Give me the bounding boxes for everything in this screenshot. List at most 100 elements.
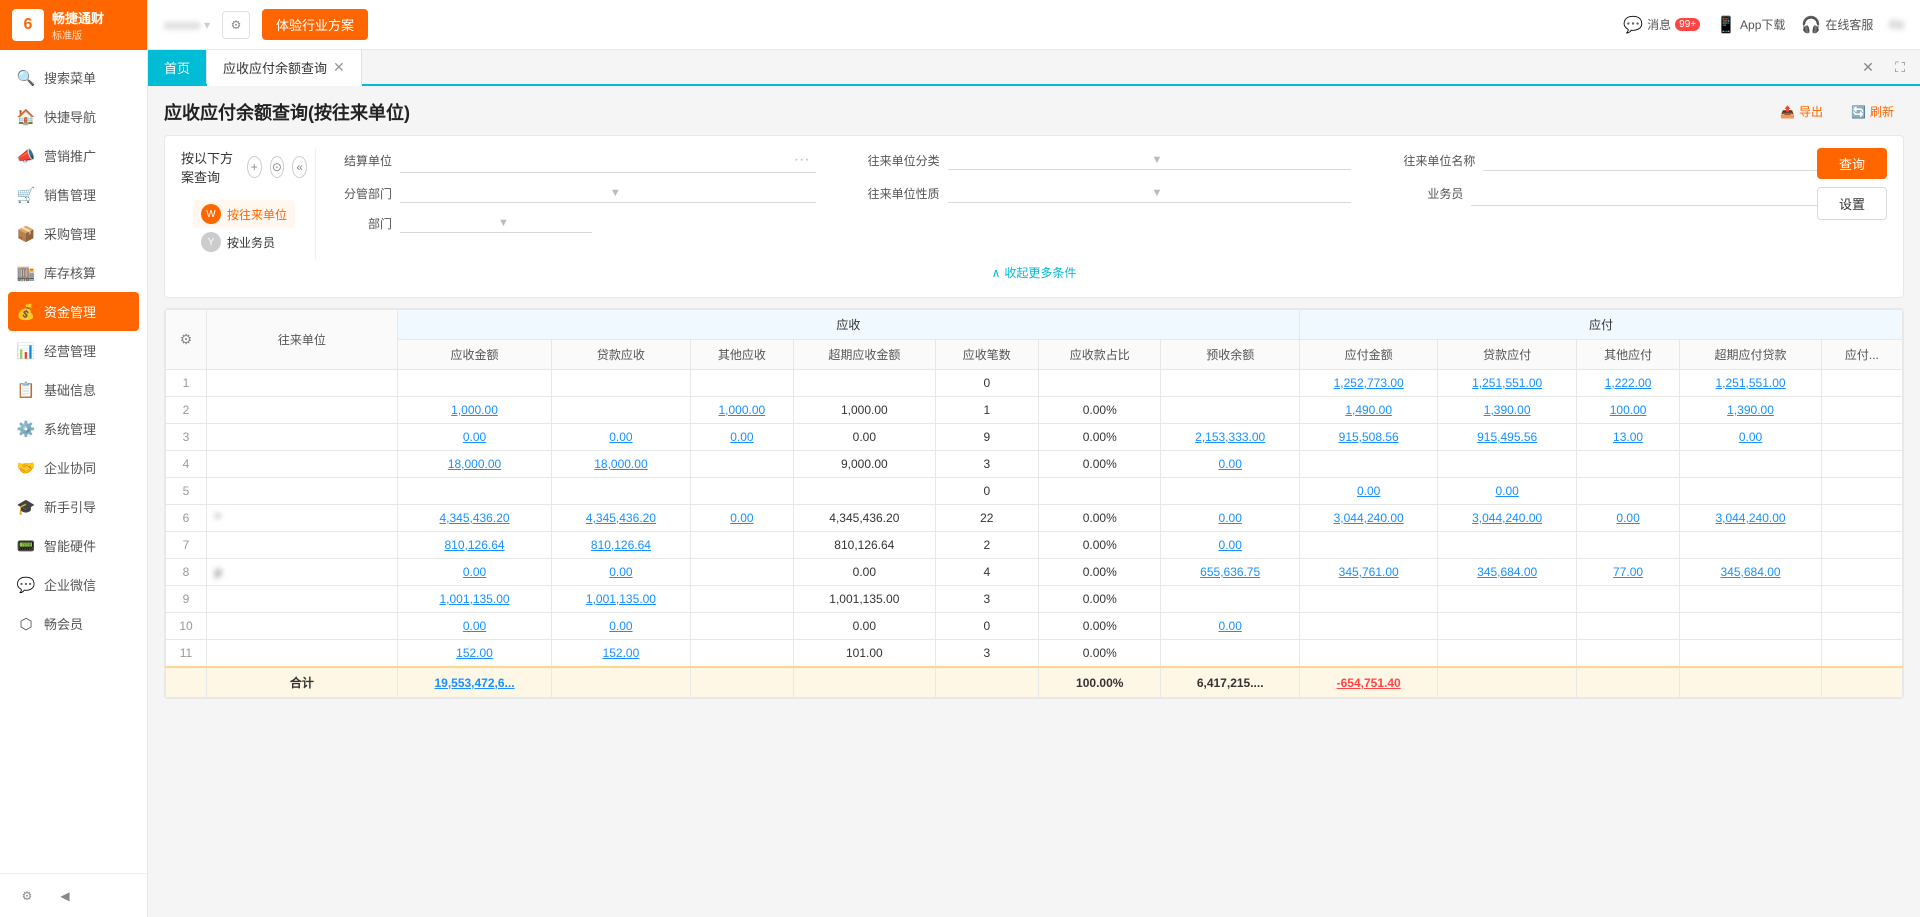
dept-select[interactable]: ▼ — [400, 214, 592, 233]
sidebar-item-newbie[interactable]: 🎓 新手引导 — [0, 487, 147, 526]
table-cell[interactable] — [1161, 370, 1299, 397]
table-cell[interactable]: 18,000.00 — [397, 451, 551, 478]
tab-close-icon[interactable]: ✕ — [333, 59, 345, 76]
table-cell[interactable]: 0.00 — [1161, 613, 1299, 640]
online-service-button[interactable]: 🎧 在线客服 — [1801, 15, 1873, 35]
table-settings-button[interactable]: ⚙ — [174, 328, 198, 352]
table-cell[interactable]: 152.00 — [552, 640, 690, 668]
table-cell[interactable]: 1,490.00 — [1299, 397, 1437, 424]
table-cell[interactable]: 1,001,135.00 — [552, 586, 690, 613]
partner-type-select[interactable]: ▼ — [948, 184, 1352, 203]
tab-ar-ap[interactable]: 应收应付余额查询 ✕ — [207, 50, 362, 86]
table-cell[interactable]: 0.00 — [690, 424, 793, 451]
table-cell[interactable]: 345,684.00 — [1680, 559, 1822, 586]
table-cell[interactable] — [1576, 613, 1679, 640]
total-ap-amount-cell[interactable]: -654,751.40 — [1299, 667, 1437, 698]
table-cell[interactable]: 1,390.00 — [1438, 397, 1576, 424]
table-cell[interactable] — [552, 478, 690, 505]
sidebar-item-sales[interactable]: 🛒 销售管理 — [0, 175, 147, 214]
table-cell[interactable] — [1576, 640, 1679, 668]
cta-button[interactable]: 体验行业方案 — [262, 9, 368, 40]
table-cell[interactable]: 1,000.00 — [690, 397, 793, 424]
dept-mgr-select[interactable]: ▼ — [400, 184, 816, 203]
collapse-more-button[interactable]: ∧ 收起更多条件 — [181, 260, 1887, 285]
sidebar-item-operation[interactable]: 📊 经营管理 — [0, 331, 147, 370]
table-cell[interactable]: 152.00 — [397, 640, 551, 668]
sidebar-item-search-menu[interactable]: 🔍 搜索菜单 — [0, 58, 147, 97]
table-cell[interactable] — [690, 532, 793, 559]
table-cell[interactable] — [1438, 640, 1576, 668]
table-cell[interactable] — [1680, 451, 1822, 478]
table-cell[interactable] — [690, 451, 793, 478]
table-cell[interactable]: 13.00 — [1576, 424, 1679, 451]
table-cell[interactable]: 345,684.00 — [1438, 559, 1576, 586]
total-ar-amount-cell[interactable]: 19,553,472,6... — [397, 667, 551, 698]
table-cell[interactable]: 0.00 — [690, 505, 793, 532]
table-cell[interactable] — [1299, 640, 1437, 668]
table-cell[interactable] — [552, 370, 690, 397]
table-cell[interactable]: 0.00 — [552, 424, 690, 451]
table-cell[interactable] — [1161, 478, 1299, 505]
table-cell[interactable] — [1576, 478, 1679, 505]
sidebar-item-quick-nav[interactable]: 🏠 快捷导航 — [0, 97, 147, 136]
table-cell[interactable] — [1161, 397, 1299, 424]
partner-category-select[interactable]: ▼ — [948, 151, 1352, 170]
table-cell[interactable] — [690, 640, 793, 668]
table-cell[interactable] — [690, 370, 793, 397]
table-cell[interactable]: 0.00 — [1680, 424, 1822, 451]
table-cell[interactable]: 1,222.00 — [1576, 370, 1679, 397]
table-cell[interactable] — [1438, 613, 1576, 640]
sidebar-item-corp-coop[interactable]: 🤝 企业协同 — [0, 448, 147, 487]
user-name[interactable]: Rit — [1889, 18, 1904, 32]
table-cell[interactable] — [1299, 532, 1437, 559]
tab-maximize-button[interactable]: ⛶ — [1888, 55, 1912, 79]
table-cell[interactable]: 3,044,240.00 — [1299, 505, 1437, 532]
sidebar-item-finance[interactable]: 💰 资金管理 — [8, 292, 139, 331]
sidebar-item-vip[interactable]: ⬡ 畅会员 — [0, 604, 147, 643]
table-cell[interactable]: 345,761.00 — [1299, 559, 1437, 586]
table-cell[interactable]: 0.00 — [397, 613, 551, 640]
table-cell[interactable] — [690, 478, 793, 505]
table-cell[interactable] — [690, 559, 793, 586]
collapse-scheme-button[interactable]: « — [292, 156, 307, 178]
table-cell[interactable]: 100.00 — [1576, 397, 1679, 424]
table-cell[interactable]: 0.00 — [397, 424, 551, 451]
sidebar-item-inventory[interactable]: 🏬 库存核算 — [0, 253, 147, 292]
table-cell[interactable] — [1299, 586, 1437, 613]
table-cell[interactable] — [690, 586, 793, 613]
message-button[interactable]: 💬 消息 99+ — [1623, 15, 1700, 35]
table-cell[interactable] — [1161, 640, 1299, 668]
add-scheme-button[interactable]: + — [247, 156, 262, 178]
table-cell[interactable]: 0.00 — [1438, 478, 1576, 505]
table-cell[interactable]: 1,252,773.00 — [1299, 370, 1437, 397]
header-gear-button[interactable]: ⚙ — [222, 11, 250, 39]
sidebar-item-marketing[interactable]: 📣 营销推广 — [0, 136, 147, 175]
collapse-sidebar-button[interactable]: ◀ — [50, 881, 80, 911]
table-cell[interactable] — [1299, 613, 1437, 640]
table-cell[interactable]: 0.00 — [552, 613, 690, 640]
table-cell[interactable]: 1,251,551.00 — [1680, 370, 1822, 397]
table-cell[interactable]: 0.00 — [552, 559, 690, 586]
table-cell[interactable]: 4,345,436.20 — [397, 505, 551, 532]
table-cell[interactable] — [1299, 451, 1437, 478]
table-cell[interactable]: 810,126.64 — [552, 532, 690, 559]
table-cell[interactable] — [1680, 586, 1822, 613]
table-cell[interactable] — [1680, 532, 1822, 559]
table-cell[interactable]: 810,126.64 — [397, 532, 551, 559]
table-cell[interactable]: 1,390.00 — [1680, 397, 1822, 424]
tab-close-window-button[interactable]: ✕ — [1856, 55, 1880, 79]
table-cell[interactable] — [397, 478, 551, 505]
sidebar-item-system[interactable]: ⚙️ 系统管理 — [0, 409, 147, 448]
table-cell[interactable]: 915,495.56 — [1438, 424, 1576, 451]
query-button[interactable]: 查询 — [1817, 148, 1887, 179]
app-download-button[interactable]: 📱 App下载 — [1716, 15, 1785, 35]
table-cell[interactable]: 0.00 — [1161, 505, 1299, 532]
table-cell[interactable]: 3,044,240.00 — [1680, 505, 1822, 532]
table-cell[interactable]: 1,000.00 — [397, 397, 551, 424]
table-cell[interactable] — [1161, 586, 1299, 613]
export-button[interactable]: 📤 导出 — [1770, 98, 1833, 125]
table-cell[interactable]: 18,000.00 — [552, 451, 690, 478]
settings-button[interactable]: 设置 — [1817, 187, 1887, 220]
refresh-button[interactable]: 🔄 刷新 — [1841, 98, 1904, 125]
table-cell[interactable]: 655,636.75 — [1161, 559, 1299, 586]
